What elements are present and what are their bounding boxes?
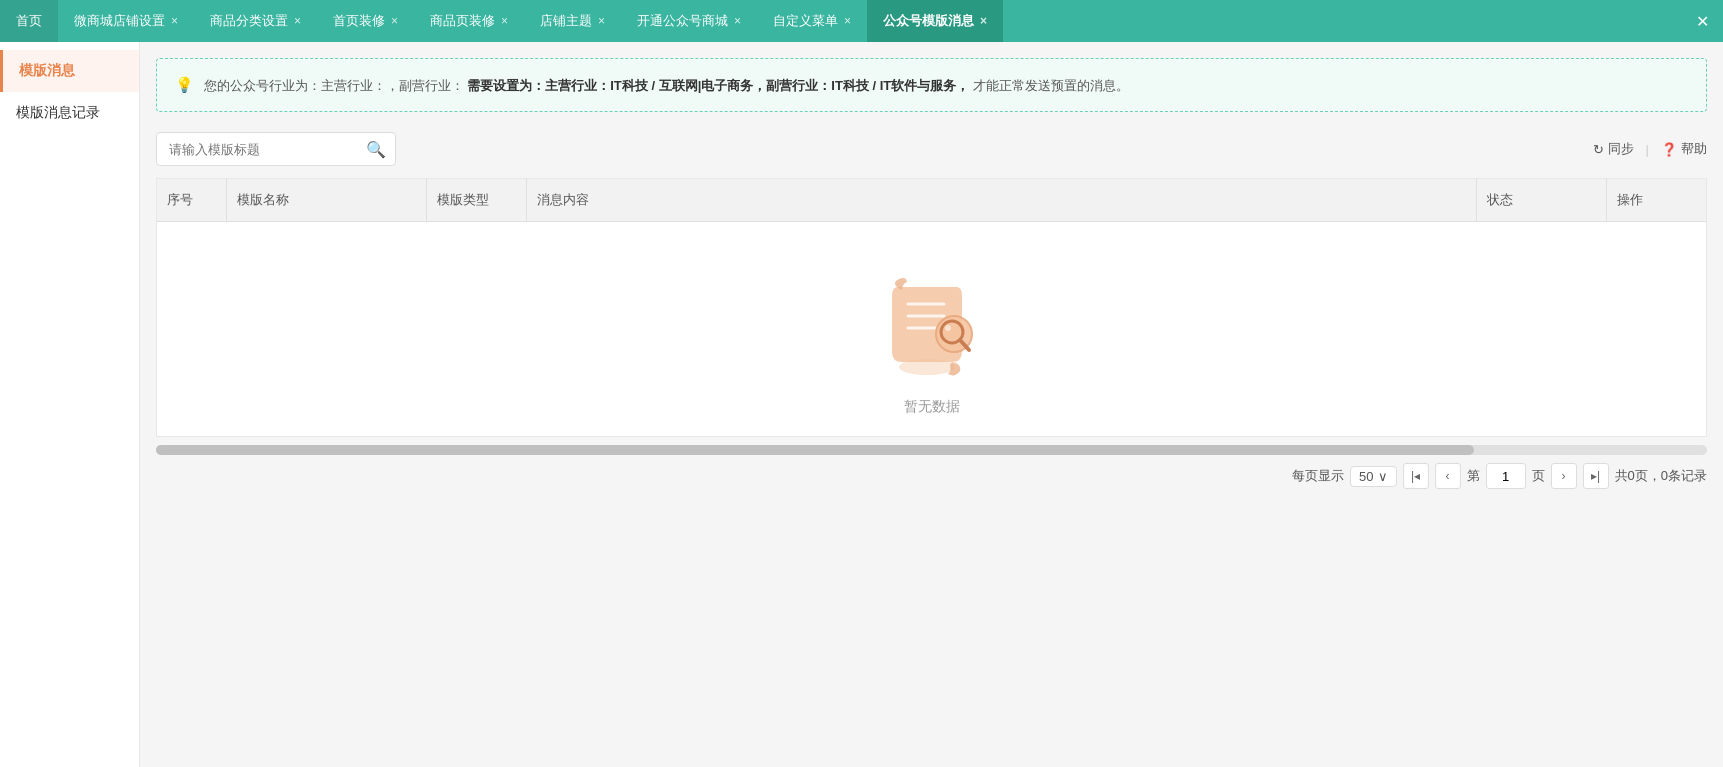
empty-row: 暂无数据 [157,222,1707,437]
tab-template-msg[interactable]: 公众号模版消息 × [867,0,1003,42]
data-table: 序号 模版名称 模版类型 消息内容 状态 操作 [156,178,1707,437]
tab-template-msg-label: 公众号模版消息 [883,12,974,30]
first-page-icon: |◂ [1411,469,1420,483]
prev-page-button[interactable]: ‹ [1435,463,1461,489]
next-page-icon: › [1562,469,1566,483]
last-page-icon: ▸| [1591,469,1600,483]
notice-suffix: 才能正常发送预置的消息。 [973,78,1129,93]
tab-category-settings-close[interactable]: × [294,14,301,28]
search-input[interactable] [156,132,396,166]
tab-product-decor[interactable]: 商品页装修 × [414,0,524,42]
notice-prefix: 您的公众号行业为：主营行业：，副营行业： [204,78,464,93]
first-page-button[interactable]: |◂ [1403,463,1429,489]
tab-open-mall-label: 开通公众号商城 [637,12,728,30]
sidebar-template-record-label: 模版消息记录 [16,104,100,120]
pagination: 每页显示 50 ∨ |◂ ‹ 第 页 › ▸| 共0页，0条记录 [156,463,1707,489]
col-action: 操作 [1607,179,1707,222]
tab-homepage-decor[interactable]: 首页装修 × [317,0,414,42]
help-icon: ❓ [1661,142,1677,157]
svg-point-7 [945,325,951,331]
empty-state: 暂无数据 [157,222,1706,436]
col-type: 模版类型 [427,179,527,222]
tab-home[interactable]: 首页 [0,0,58,42]
tab-shop-settings-close[interactable]: × [171,14,178,28]
per-page-select[interactable]: 50 ∨ [1350,466,1396,487]
tab-shop-theme-label: 店铺主题 [540,12,592,30]
page-label: 第 [1467,467,1480,485]
search-input-wrap: 🔍 [156,132,396,166]
next-page-button[interactable]: › [1551,463,1577,489]
sync-icon: ↻ [1593,142,1604,157]
tab-custom-menu-close[interactable]: × [844,14,851,28]
last-page-button[interactable]: ▸| [1583,463,1609,489]
tab-product-decor-close[interactable]: × [501,14,508,28]
prev-page-icon: ‹ [1446,469,1450,483]
close-all-button[interactable]: ✕ [1682,0,1723,42]
tab-homepage-decor-label: 首页装修 [333,12,385,30]
per-page-label: 每页显示 [1292,467,1344,485]
notice-icon: 💡 [175,76,194,93]
page-number-input[interactable] [1486,463,1526,489]
help-label: 帮助 [1681,140,1707,158]
tab-shop-theme-close[interactable]: × [598,14,605,28]
tab-open-mall[interactable]: 开通公众号商城 × [621,0,757,42]
col-status: 状态 [1477,179,1607,222]
tab-shop-settings[interactable]: 微商城店铺设置 × [58,0,194,42]
notice-highlight: 需要设置为：主营行业：IT科技 / 互联网|电子商务，副营行业：IT科技 / I… [467,78,969,93]
tab-shop-theme[interactable]: 店铺主题 × [524,0,621,42]
per-page-value: 50 [1359,469,1373,484]
sync-button[interactable]: ↻ 同步 [1593,140,1634,158]
tab-custom-menu[interactable]: 自定义菜单 × [757,0,867,42]
tab-shop-settings-label: 微商城店铺设置 [74,12,165,30]
tab-template-msg-close[interactable]: × [980,14,987,28]
sync-label: 同步 [1608,140,1634,158]
notice-box: 💡 您的公众号行业为：主营行业：，副营行业： 需要设置为：主营行业：IT科技 /… [156,58,1707,112]
sidebar-item-template-record[interactable]: 模版消息记录 [0,92,139,134]
tab-homepage-decor-close[interactable]: × [391,14,398,28]
tab-custom-menu-label: 自定义菜单 [773,12,838,30]
tab-bar: 首页 微商城店铺设置 × 商品分类设置 × 首页装修 × 商品页装修 × 店铺主… [0,0,1723,42]
help-button[interactable]: ❓ 帮助 [1661,140,1707,158]
tab-product-decor-label: 商品页装修 [430,12,495,30]
empty-text: 暂无数据 [157,398,1706,416]
tab-open-mall-close[interactable]: × [734,14,741,28]
toolbar-right: ↻ 同步 | ❓ 帮助 [1593,140,1707,158]
col-content: 消息内容 [527,179,1477,222]
tab-home-label: 首页 [16,12,42,30]
table-header-row: 序号 模版名称 模版类型 消息内容 状态 操作 [157,179,1707,222]
empty-icon [872,262,992,382]
divider: | [1646,142,1649,157]
tab-category-settings-label: 商品分类设置 [210,12,288,30]
search-icon[interactable]: 🔍 [366,140,386,159]
page-total: 共0页，0条记录 [1615,467,1707,485]
scrollbar-track[interactable] [156,445,1707,455]
scrollbar-thumb[interactable] [156,445,1474,455]
content-area: 💡 您的公众号行业为：主营行业：，副营行业： 需要设置为：主营行业：IT科技 /… [140,42,1723,767]
sidebar: 模版消息 模版消息记录 [0,42,140,767]
sidebar-template-msg-label: 模版消息 [19,62,75,78]
tab-category-settings[interactable]: 商品分类设置 × [194,0,317,42]
col-name: 模版名称 [227,179,427,222]
sidebar-item-template-msg[interactable]: 模版消息 [0,50,139,92]
col-seq: 序号 [157,179,227,222]
search-bar: 🔍 ↻ 同步 | ❓ 帮助 [156,132,1707,166]
chevron-down-icon: ∨ [1378,469,1388,484]
page-suffix: 页 [1532,467,1545,485]
main-layout: 模版消息 模版消息记录 💡 您的公众号行业为：主营行业：，副营行业： 需要设置为… [0,42,1723,767]
